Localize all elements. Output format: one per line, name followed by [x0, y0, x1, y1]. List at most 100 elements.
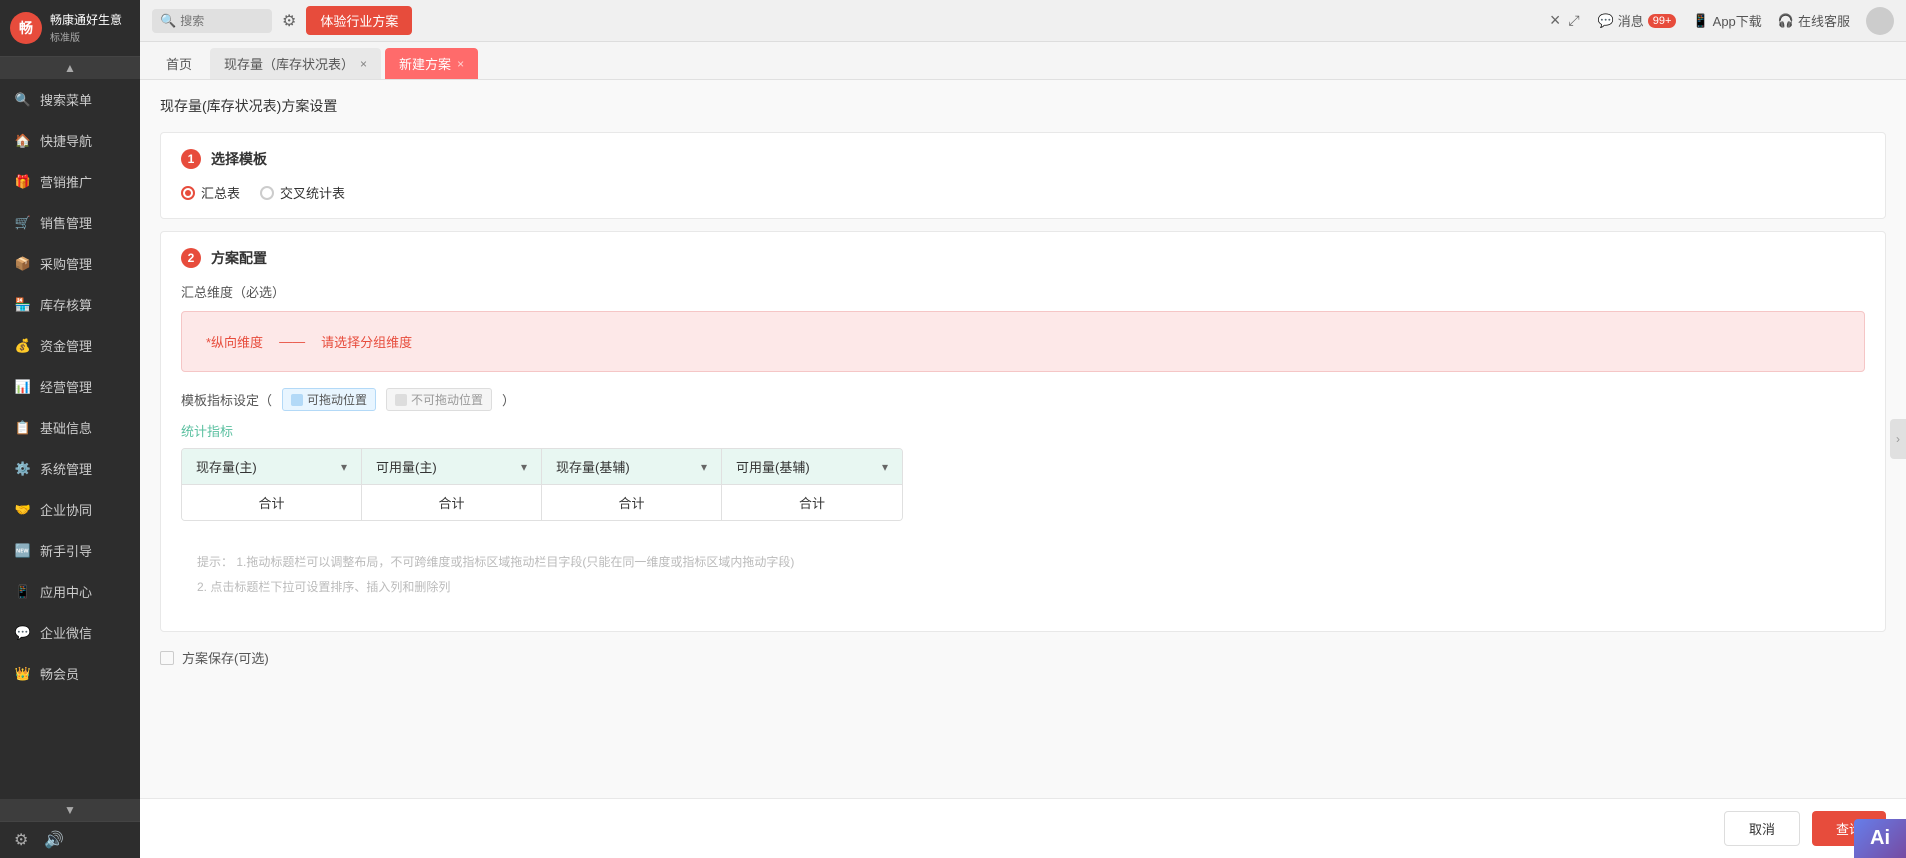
dimension-section-label: 汇总维度（必选） [181, 282, 1865, 301]
stats-title: 统计指标 [181, 421, 1865, 440]
stats-table-header: 现存量(主) ▾ 合计 可用量(主) ▾ 合计 [182, 449, 902, 520]
sidebar-item-enterprise[interactable]: 🤝 企业协同 [0, 489, 140, 530]
member-icon: 👑 [14, 665, 32, 683]
step1-header: 1 选择模板 [181, 149, 1865, 169]
stats-col-header-2[interactable]: 现存量(基辅) ▾ [542, 449, 721, 485]
right-collapse-handle[interactable]: › [1890, 419, 1906, 459]
tips-section: 提示： 1.拖动标题栏可以调整布局，不可跨维度或指标区域拖动栏目字段(只能在同一… [181, 541, 1865, 615]
box-icon: 📦 [14, 255, 32, 273]
tab-home[interactable]: 首页 [152, 48, 206, 79]
sidebar-item-label: 应用中心 [40, 582, 92, 601]
sidebar-item-nav[interactable]: 🏠 快捷导航 [0, 120, 140, 161]
chevron-down-icon-2[interactable]: ▾ [701, 460, 707, 474]
message-button[interactable]: 💬 消息 99+ [1598, 11, 1677, 30]
message-label: 消息 [1618, 11, 1644, 30]
sidebar-item-apps[interactable]: 📱 应用中心 [0, 571, 140, 612]
window-close-button[interactable]: × [1550, 10, 1561, 31]
sidebar-item-guide[interactable]: 🆕 新手引导 [0, 530, 140, 571]
sidebar-logo-icon: 畅 [10, 12, 42, 44]
sidebar-item-finance[interactable]: 💰 资金管理 [0, 325, 140, 366]
stats-col-body-3: 合计 [722, 485, 902, 520]
chart-icon: 📊 [14, 378, 32, 396]
online-service-button[interactable]: 🎧 在线客服 [1778, 11, 1850, 30]
sidebar-item-inventory[interactable]: 🏪 库存核算 [0, 284, 140, 325]
footer-buttons: 取消 查询 [140, 798, 1906, 858]
topbar-search-box[interactable]: 🔍 [152, 9, 272, 33]
window-expand-button[interactable]: ⤢ [1568, 12, 1579, 29]
dimension-section: 汇总维度（必选） *纵向维度 —— 请选择分组维度 [181, 282, 1865, 372]
speaker-icon[interactable]: 🔊 [44, 830, 64, 850]
sidebar-item-system[interactable]: ⚙️ 系统管理 [0, 448, 140, 489]
money-icon: 💰 [14, 337, 32, 355]
stats-col-label-0: 现存量(主) [196, 457, 257, 476]
chevron-down-icon-0[interactable]: ▾ [341, 460, 347, 474]
sidebar-item-purchase[interactable]: 📦 采购管理 [0, 243, 140, 284]
tip-2: 2. 点击标题栏下拉可设置排序、插入列和删除列 [197, 578, 1849, 597]
sidebar-item-label: 销售管理 [40, 213, 92, 232]
sidebar-item-basic-info[interactable]: 📋 基础信息 [0, 407, 140, 448]
sidebar-item-sales[interactable]: 🛒 销售管理 [0, 202, 140, 243]
sidebar-logo-title: 畅康通好生意 [50, 12, 122, 29]
stats-col-header-1[interactable]: 可用量(主) ▾ [362, 449, 541, 485]
tab-new-scheme-close[interactable]: × [457, 57, 464, 71]
sidebar-nav: 🔍 搜索菜单 🏠 快捷导航 🎁 营销推广 🛒 销售管理 📦 采购管理 🏪 库存核… [0, 79, 140, 799]
sidebar-item-wechat[interactable]: 💬 企业微信 [0, 612, 140, 653]
dim-placeholder[interactable]: 请选择分组维度 [321, 332, 412, 351]
step1-number: 1 [181, 149, 201, 169]
save-checkbox[interactable] [160, 651, 174, 665]
ai-badge[interactable]: Ai [1854, 819, 1906, 858]
sidebar-scroll-down[interactable]: ▼ [0, 799, 140, 821]
chevron-down-icon-3[interactable]: ▾ [882, 460, 888, 474]
cart-icon: 🛒 [14, 214, 32, 232]
gear-icon[interactable]: ⚙ [14, 830, 28, 850]
stats-col-0: 现存量(主) ▾ 合计 [182, 449, 362, 520]
tab-inventory-close[interactable]: × [360, 57, 367, 71]
headset-icon: 🎧 [1778, 13, 1794, 29]
tab-inventory[interactable]: 现存量（库存状况表） × [210, 48, 381, 79]
sidebar-item-member[interactable]: 👑 畅会员 [0, 653, 140, 694]
settings-icon: ⚙️ [14, 460, 32, 478]
step2-header: 2 方案配置 [181, 248, 1865, 268]
indicator-label-text: 模板指标设定（ [181, 390, 272, 409]
sidebar-item-search[interactable]: 🔍 搜索菜单 [0, 79, 140, 120]
step1-section: 1 选择模板 汇总表 交叉统计表 [160, 132, 1886, 219]
info-icon: 📋 [14, 419, 32, 437]
radio-dot-summary [181, 186, 195, 200]
badge-fixed: 不可拖动位置 [386, 388, 492, 411]
save-option-label: 方案保存(可选) [182, 648, 269, 667]
sidebar-bottom: ⚙ 🔊 [0, 821, 140, 858]
tab-home-label: 首页 [166, 54, 192, 73]
search-icon: 🔍 [14, 91, 32, 109]
search-icon: 🔍 [160, 13, 176, 29]
cancel-button[interactable]: 取消 [1724, 811, 1800, 846]
stats-col-header-0[interactable]: 现存量(主) ▾ [182, 449, 361, 485]
sidebar-scroll-up[interactable]: ▲ [0, 57, 140, 79]
sidebar-item-label: 快捷导航 [40, 131, 92, 150]
dim-separator: —— [279, 334, 305, 349]
stats-col-body-0: 合计 [182, 485, 361, 520]
user-avatar[interactable] [1866, 7, 1894, 35]
tab-inventory-label: 现存量（库存状况表） [224, 54, 354, 73]
page-title: 现存量(库存状况表)方案设置 [160, 96, 1886, 116]
radio-dot-cross [260, 186, 274, 200]
sidebar-item-label: 资金管理 [40, 336, 92, 355]
stats-col-3: 可用量(基辅) ▾ 合计 [722, 449, 902, 520]
radio-summary-table[interactable]: 汇总表 [181, 183, 240, 202]
gear-settings-icon[interactable]: ⚙ [282, 11, 296, 31]
sidebar-item-label: 库存核算 [40, 295, 92, 314]
apps-icon: 📱 [14, 583, 32, 601]
sidebar-item-marketing[interactable]: 🎁 营销推广 [0, 161, 140, 202]
stats-col-header-3[interactable]: 可用量(基辅) ▾ [722, 449, 902, 485]
search-input[interactable] [180, 14, 260, 28]
trial-industry-button[interactable]: 体验行业方案 [306, 6, 412, 35]
app-download-button[interactable]: 📱 App下载 [1692, 11, 1761, 30]
tab-new-scheme[interactable]: 新建方案 × [385, 48, 478, 79]
sidebar-item-label: 新手引导 [40, 541, 92, 560]
sidebar-item-management[interactable]: 📊 经营管理 [0, 366, 140, 407]
stats-col-2: 现存量(基辅) ▾ 合计 [542, 449, 722, 520]
tip-1: 提示： 1.拖动标题栏可以调整布局，不可跨维度或指标区域拖动栏目字段(只能在同一… [197, 553, 1849, 572]
radio-cross-table[interactable]: 交叉统计表 [260, 183, 345, 202]
main-wrapper: 🔍 ⚙ 体验行业方案 × ⤢ 💬 消息 99+ 📱 App下载 🎧 在线客服 [140, 0, 1906, 858]
wechat-icon: 💬 [14, 624, 32, 642]
chevron-down-icon-1[interactable]: ▾ [521, 460, 527, 474]
